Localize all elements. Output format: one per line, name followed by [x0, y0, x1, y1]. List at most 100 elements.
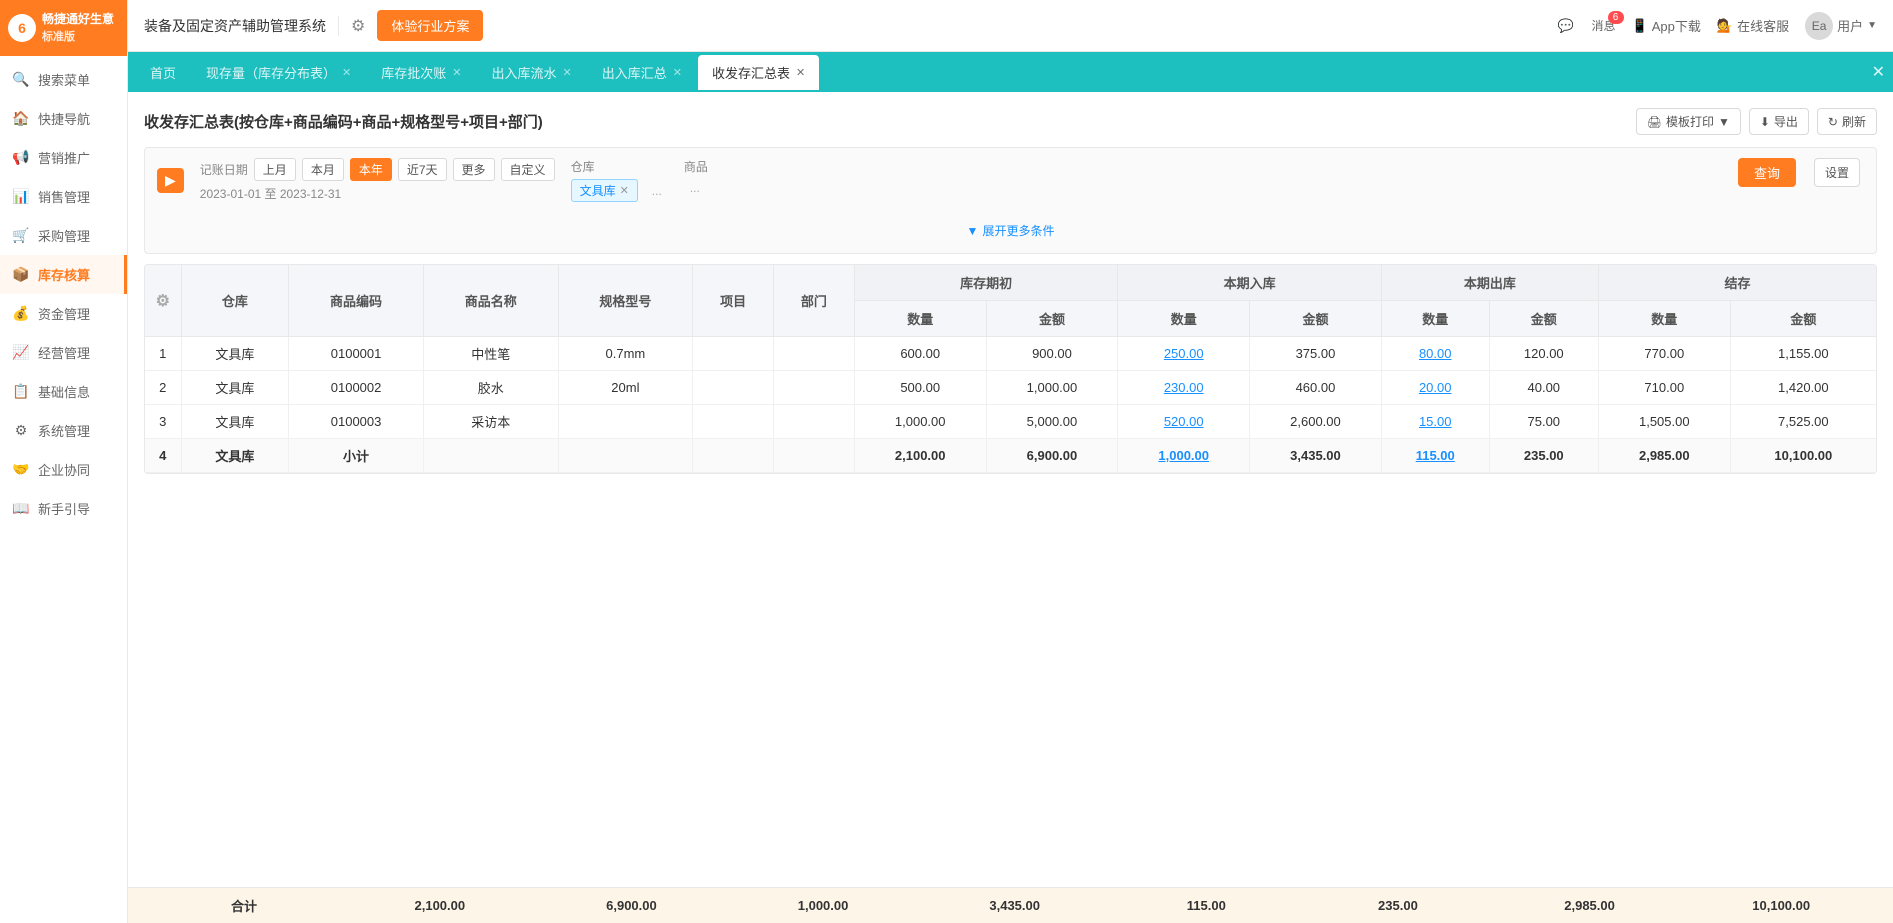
cell-in-qty[interactable]: 230.00	[1118, 371, 1250, 405]
cell-empty	[774, 439, 855, 473]
finance-icon: 💰	[12, 305, 30, 322]
cell-no: 4	[145, 439, 181, 473]
table-row: 3 文具库 0100003 采访本 1,000.00 5,000.00 520.…	[145, 405, 1876, 439]
cell-name: 胶水	[423, 371, 558, 405]
warehouse-tag-close[interactable]: ✕	[620, 184, 629, 197]
inventory-icon: 📦	[12, 266, 30, 283]
sidebar-item-system[interactable]: ⚙ 系统管理	[0, 411, 127, 450]
cell-code: 0100001	[289, 337, 424, 371]
cell-close-amt: 7,525.00	[1730, 405, 1876, 439]
filter-toggle-btn[interactable]: ▶	[157, 168, 184, 193]
tab-home[interactable]: 首页	[136, 55, 190, 90]
sidebar-item-guide[interactable]: 📖 新手引导	[0, 489, 127, 528]
th-closing-group: 结存	[1598, 265, 1876, 301]
tab-receive-summary-close[interactable]: ✕	[796, 66, 805, 79]
sidebar-item-collab[interactable]: 🤝 企业协同	[0, 450, 127, 489]
tab-inventory-dist-close[interactable]: ✕	[342, 66, 351, 79]
cell-out-qty[interactable]: 115.00	[1381, 439, 1489, 473]
setting-gear-btn[interactable]: ⚙	[351, 16, 365, 36]
sidebar-item-operation[interactable]: 📈 经营管理	[0, 333, 127, 372]
refresh-btn[interactable]: ↻ 刷新	[1817, 108, 1877, 135]
subtotal-row: 4 文具库 小计 2,100.00 6,900.00 1,000.00 3,43…	[145, 439, 1876, 473]
tab-in-out-summary-close[interactable]: ✕	[673, 66, 682, 79]
sidebar-item-sales[interactable]: 📊 销售管理	[0, 177, 127, 216]
sidebar-item-basic[interactable]: 📋 基础信息	[0, 372, 127, 411]
cell-dept	[774, 405, 855, 439]
date-btn-this-month[interactable]: 本月	[302, 158, 344, 181]
close-all-tabs-btn[interactable]: ✕	[1872, 62, 1885, 82]
cell-project	[693, 405, 774, 439]
cell-out-qty[interactable]: 20.00	[1381, 371, 1489, 405]
filter-warehouse-section: 仓库 文具库 ✕ ...	[571, 158, 668, 202]
tab-receive-summary[interactable]: 收发存汇总表 ✕	[698, 55, 819, 90]
tab-batch-ledger[interactable]: 库存批次账 ✕	[367, 55, 475, 90]
cell-in-amt: 2,600.00	[1250, 405, 1382, 439]
total-out-qty: 115.00	[1111, 898, 1303, 913]
online-service-btn[interactable]: 💁 在线客服	[1717, 16, 1789, 35]
date-btn-last-month[interactable]: 上月	[254, 158, 296, 181]
th-close-amt: 金额	[1730, 301, 1876, 337]
app-download-btn[interactable]: 📱 App下载	[1632, 16, 1701, 35]
date-btn-custom[interactable]: 自定义	[501, 158, 555, 181]
cell-in-qty[interactable]: 250.00	[1118, 337, 1250, 371]
sidebar-item-search[interactable]: 🔍 搜索菜单	[0, 60, 127, 99]
sidebar-item-purchase[interactable]: 🛒 采购管理	[0, 216, 127, 255]
marketing-icon: 📢	[12, 149, 30, 166]
tab-in-out-summary[interactable]: 出入库汇总 ✕	[588, 55, 696, 90]
user-menu-btn[interactable]: Ea 用户 ▼	[1805, 12, 1877, 40]
cell-dept	[774, 337, 855, 371]
cell-code: 0100002	[289, 371, 424, 405]
cell-close-qty: 1,505.00	[1598, 405, 1730, 439]
tab-inventory-dist[interactable]: 现存量（库存分布表） ✕	[192, 55, 365, 90]
date-range-display: 2023-01-01 至 2023-12-31	[200, 185, 341, 202]
cell-warehouse: 文具库	[181, 371, 289, 405]
cell-out-amt: 235.00	[1489, 439, 1598, 473]
cell-no: 1	[145, 337, 181, 371]
sidebar-item-inventory[interactable]: 📦 库存核算	[0, 255, 127, 294]
tab-batch-ledger-close[interactable]: ✕	[452, 66, 461, 79]
th-open-amt: 金额	[986, 301, 1118, 337]
sidebar-item-quick-nav[interactable]: 🏠 快捷导航	[0, 99, 127, 138]
total-in-qty: 1,000.00	[727, 898, 919, 913]
print-btn[interactable]: 🖨 模板打印 ▼	[1636, 108, 1741, 135]
expand-more-btn[interactable]: ▼ 展开更多条件	[967, 222, 1055, 239]
cell-in-qty[interactable]: 1,000.00	[1118, 439, 1250, 473]
purchase-icon: 🛒	[12, 227, 30, 244]
settings-icon: ⚙	[156, 293, 170, 310]
table-header-group-row: ⚙ 仓库 商品编码 商品名称 规格型号 项目 部门 库存期初 本期入库 本期出库…	[145, 265, 1876, 301]
tab-in-out-summary-label: 出入库汇总	[602, 63, 667, 82]
logo-icon: 6	[8, 14, 36, 42]
message-btn[interactable]: 💬 6 消息	[1558, 17, 1616, 34]
cell-out-qty[interactable]: 15.00	[1381, 405, 1489, 439]
date-btn-7days[interactable]: 近7天	[398, 158, 447, 181]
date-btn-this-year[interactable]: 本年	[350, 158, 392, 181]
total-open-qty: 2,100.00	[344, 898, 536, 913]
warehouse-tag[interactable]: 文具库 ✕	[571, 179, 638, 202]
sidebar-item-finance[interactable]: 💰 资金管理	[0, 294, 127, 333]
print-icon: 🖨	[1647, 115, 1662, 129]
cell-name: 中性笔	[423, 337, 558, 371]
sidebar-item-marketing[interactable]: 📢 营销推广	[0, 138, 127, 177]
th-spec: 规格型号	[558, 265, 693, 337]
warehouse-label: 仓库	[571, 158, 595, 175]
th-out-group: 本期出库	[1381, 265, 1598, 301]
th-settings[interactable]: ⚙	[145, 265, 181, 337]
cell-in-qty[interactable]: 520.00	[1118, 405, 1250, 439]
tab-in-out-flow[interactable]: 出入库流水 ✕	[477, 55, 585, 90]
sidebar-menu: 🔍 搜索菜单 🏠 快捷导航 📢 营销推广 📊 销售管理 🛒 采购管理 📦 库存核…	[0, 56, 127, 923]
cell-close-amt: 10,100.00	[1730, 439, 1876, 473]
date-btn-more[interactable]: 更多	[453, 158, 495, 181]
export-btn[interactable]: ⬇ 导出	[1749, 108, 1809, 135]
operation-icon: 📈	[12, 344, 30, 361]
th-dept: 部门	[774, 265, 855, 337]
th-name: 商品名称	[423, 265, 558, 337]
total-bar: 合计 2,100.00 6,900.00 1,000.00 3,435.00 1…	[128, 887, 1893, 923]
query-btn[interactable]: 查询	[1738, 158, 1796, 187]
filter-settings-btn[interactable]: 设置	[1814, 158, 1860, 187]
warehouse-more[interactable]: ...	[646, 182, 668, 200]
main-area: 装备及固定资产辅助管理系统 ⚙ 体验行业方案 💬 6 消息 📱 App下载 💁 …	[128, 0, 1893, 923]
tab-in-out-flow-close[interactable]: ✕	[563, 66, 572, 79]
goods-more[interactable]: ...	[684, 179, 706, 197]
experience-btn[interactable]: 体验行业方案	[377, 10, 483, 41]
cell-out-qty[interactable]: 80.00	[1381, 337, 1489, 371]
